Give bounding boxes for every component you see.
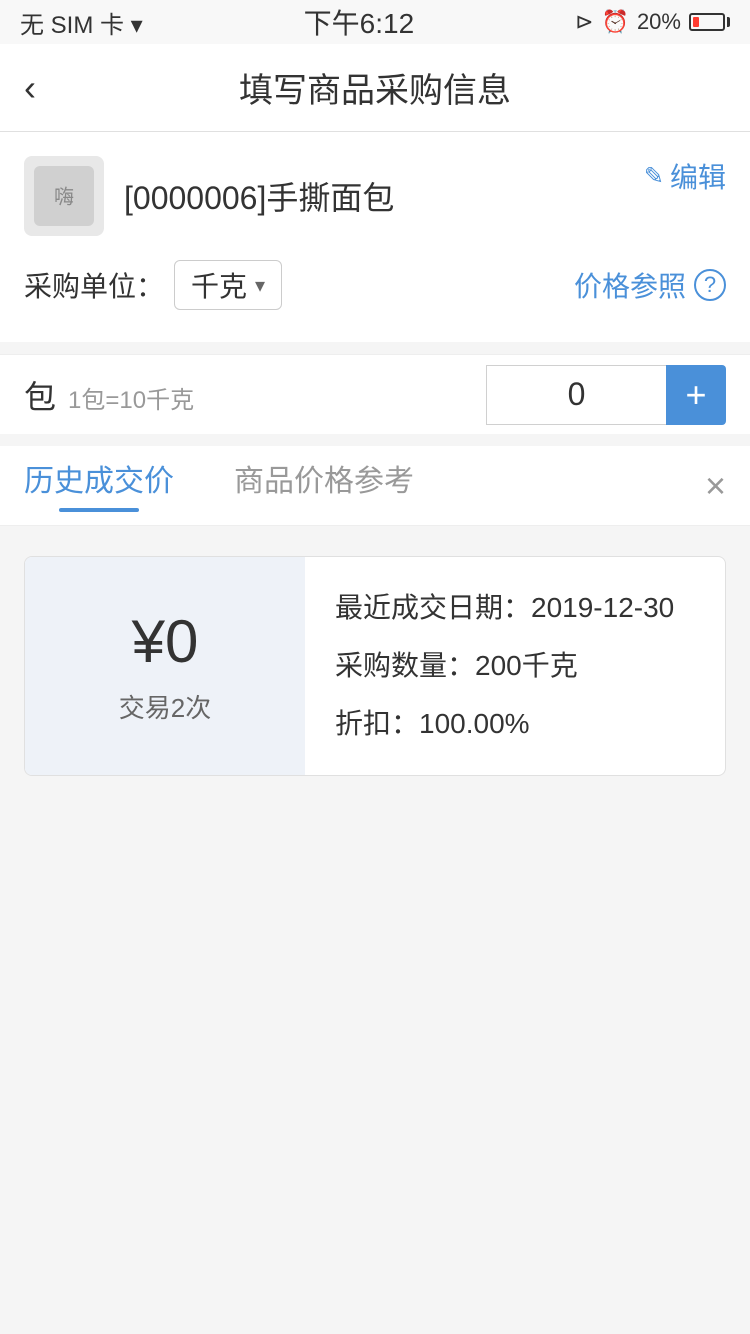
edit-button[interactable]: ✎ 编辑 bbox=[644, 156, 726, 196]
back-button[interactable]: ‹ bbox=[24, 67, 36, 109]
purchase-quantity-label: 采购数量： bbox=[335, 650, 475, 681]
tab-product-price-underline bbox=[284, 508, 364, 512]
quantity-label: 包 1包=10千克 bbox=[24, 372, 194, 418]
unit-select[interactable]: 千克 ▾ bbox=[174, 260, 282, 310]
tab-bar: 历史成交价 商品价格参考 × bbox=[0, 446, 750, 526]
status-right: ⊳ ⏰ 20% bbox=[575, 9, 730, 35]
svg-text:嗨: 嗨 bbox=[54, 186, 74, 209]
unit-label: 采购单位： bbox=[24, 265, 164, 305]
price-card: ¥0 交易2次 最近成交日期：2019-12-30 采购数量：200千克 折扣：… bbox=[24, 556, 726, 776]
product-thumbnail: 嗨 bbox=[24, 156, 104, 236]
quantity-input[interactable]: 0 bbox=[486, 365, 666, 425]
dropdown-arrow-icon: ▾ bbox=[255, 273, 265, 298]
edit-icon: ✎ bbox=[644, 162, 664, 191]
quantity-input-group: 0 + bbox=[486, 365, 726, 425]
latest-date-value: 2019-12-30 bbox=[531, 592, 674, 623]
product-info: 嗨 [0000006]手撕面包 bbox=[24, 156, 394, 236]
quantity-row: 包 1包=10千克 0 + bbox=[0, 354, 750, 434]
product-name: [0000006]手撕面包 bbox=[124, 173, 394, 219]
product-header: 嗨 [0000006]手撕面包 ✎ 编辑 bbox=[24, 156, 726, 236]
unit-selector-group: 采购单位： 千克 ▾ bbox=[24, 260, 282, 310]
currency-symbol: ¥ bbox=[132, 608, 165, 675]
price-amount: ¥0 bbox=[132, 607, 199, 676]
tab-historical-label: 历史成交价 bbox=[24, 456, 174, 508]
quantity-conversion: 1包=10千克 bbox=[68, 380, 194, 415]
latest-date-row: 最近成交日期：2019-12-30 bbox=[335, 587, 695, 629]
tab-list: 历史成交价 商品价格参考 bbox=[24, 456, 414, 516]
quantity-unit: 包 bbox=[24, 372, 56, 418]
unit-value: 千克 bbox=[191, 265, 247, 305]
purchase-quantity-value: 200千克 bbox=[475, 650, 578, 681]
sim-wifi-label: 无 SIM 卡 ▾ bbox=[20, 5, 143, 40]
page-title: 填写商品采购信息 bbox=[239, 63, 511, 112]
price-details: 最近成交日期：2019-12-30 采购数量：200千克 折扣：100.00% bbox=[305, 557, 725, 775]
price-summary: ¥0 交易2次 bbox=[25, 557, 305, 775]
discount-row: 折扣：100.00% bbox=[335, 703, 695, 745]
price-ref-label: 价格参照 bbox=[574, 265, 686, 305]
help-icon: ? bbox=[694, 269, 726, 301]
battery-icon bbox=[689, 13, 730, 31]
tab-product-price-label: 商品价格参考 bbox=[234, 456, 414, 508]
product-unit-row: 采购单位： 千克 ▾ 价格参照 ? bbox=[24, 260, 726, 310]
latest-date-label: 最近成交日期： bbox=[335, 592, 531, 623]
price-value: 0 bbox=[165, 608, 198, 675]
status-left: 无 SIM 卡 ▾ bbox=[20, 5, 143, 40]
alarm-icon: ⏰ bbox=[602, 9, 629, 35]
trade-count: 交易2次 bbox=[119, 688, 211, 725]
battery-percent: 20% bbox=[637, 9, 681, 35]
status-time: 下午6:12 bbox=[304, 2, 415, 42]
tab-historical-price[interactable]: 历史成交价 bbox=[24, 456, 174, 516]
tab-close-button[interactable]: × bbox=[705, 465, 726, 507]
price-reference-button[interactable]: 价格参照 ? bbox=[574, 265, 726, 305]
purchase-quantity-row: 采购数量：200千克 bbox=[335, 645, 695, 687]
edit-label: 编辑 bbox=[670, 156, 726, 196]
content-area: ¥0 交易2次 最近成交日期：2019-12-30 采购数量：200千克 折扣：… bbox=[0, 526, 750, 1126]
tab-historical-underline bbox=[59, 508, 139, 512]
status-bar: 无 SIM 卡 ▾ 下午6:12 ⊳ ⏰ 20% bbox=[0, 0, 750, 44]
discount-value: 100.00% bbox=[419, 708, 530, 739]
quantity-plus-button[interactable]: + bbox=[666, 365, 726, 425]
discount-label: 折扣： bbox=[335, 708, 419, 739]
product-card: 嗨 [0000006]手撕面包 ✎ 编辑 采购单位： 千克 ▾ 价格参照 ? bbox=[0, 132, 750, 342]
tab-product-price-ref[interactable]: 商品价格参考 bbox=[234, 456, 414, 516]
location-icon: ⊳ bbox=[575, 9, 593, 35]
nav-bar: ‹ 填写商品采购信息 bbox=[0, 44, 750, 132]
